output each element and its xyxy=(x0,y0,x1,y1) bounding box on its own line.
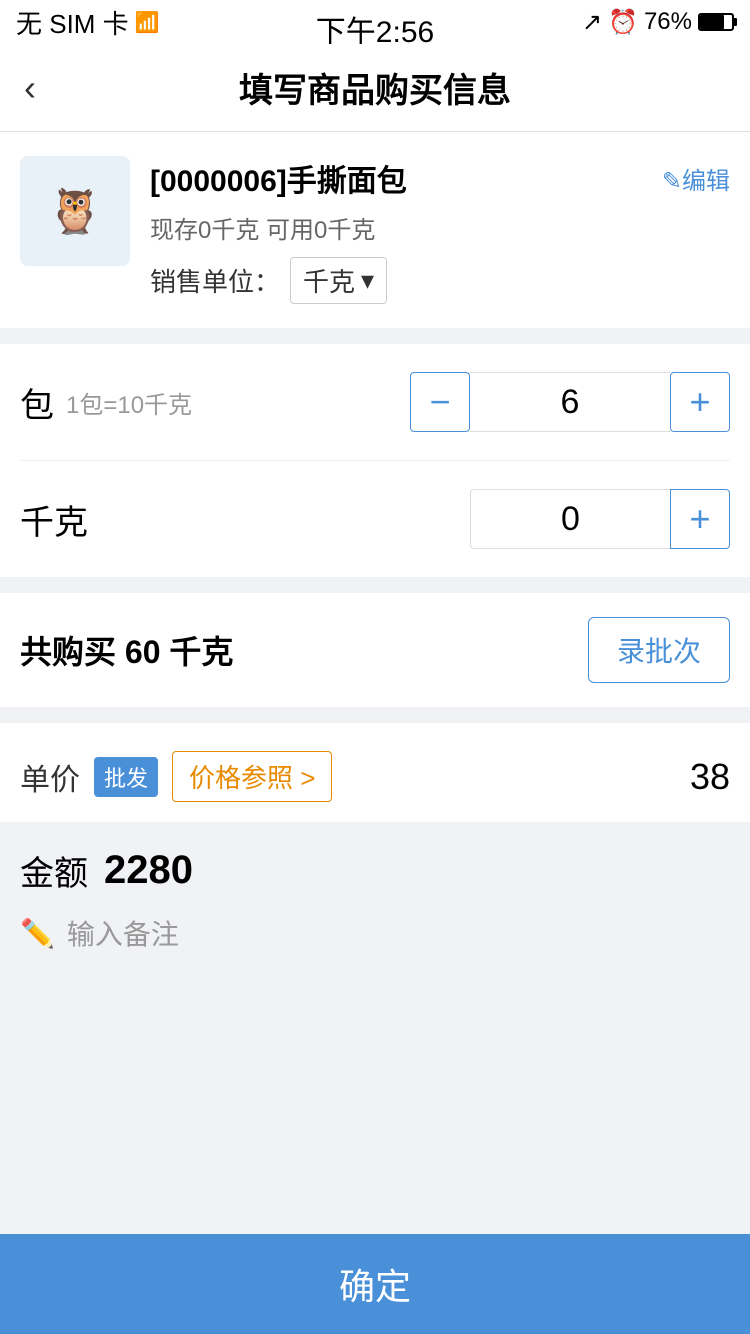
bao-quantity-input[interactable] xyxy=(470,372,670,432)
bao-minus-button[interactable]: − xyxy=(410,372,470,432)
carrier-text: 无 SIM 卡 xyxy=(16,4,129,41)
price-label: 单价 xyxy=(20,755,80,799)
product-name-row: [0000006]手撕面包 ✎编辑 xyxy=(150,156,730,200)
battery-fill xyxy=(700,15,724,29)
summary-unit: 千克 xyxy=(169,634,233,670)
kg-quantity-input[interactable] xyxy=(470,489,670,549)
bottom-filler xyxy=(0,969,750,1169)
battery-bar xyxy=(698,13,734,31)
price-section: 单价 批发 价格参照 > 38 金额 2280 ✏️ 输入备注 xyxy=(0,723,750,969)
amount-value: 2280 xyxy=(104,848,193,893)
summary-text: 共购买 60 千克 xyxy=(20,627,233,673)
bao-unit-label: 包 xyxy=(20,378,54,427)
edit-button[interactable]: ✎编辑 xyxy=(662,161,730,196)
price-ref-button[interactable]: 价格参照 > xyxy=(172,751,332,802)
bao-sublabel: 1包=10千克 xyxy=(66,385,192,420)
wifi-icon: 📶 xyxy=(135,10,160,35)
page-title: 填写商品购买信息 xyxy=(239,63,511,112)
bao-plus-button[interactable]: + xyxy=(670,372,730,432)
alarm-icon: ⏰ xyxy=(608,8,638,37)
product-name: [0000006]手撕面包 xyxy=(150,156,407,200)
status-left: 无 SIM 卡 📶 xyxy=(16,4,160,41)
kg-label: 千克 xyxy=(20,495,88,544)
remark-row[interactable]: ✏️ 输入备注 xyxy=(20,913,730,953)
summary-section: 共购买 60 千克 录批次 xyxy=(0,593,750,707)
nav-bar: ‹ 填写商品购买信息 xyxy=(0,44,750,132)
summary-amount: 60 xyxy=(125,634,169,670)
unit-value: 千克 xyxy=(303,262,355,299)
product-info: [0000006]手撕面包 ✎编辑 现存0千克 可用0千克 销售单位： 千克 ▾ xyxy=(150,156,730,304)
price-left: 单价 批发 价格参照 > xyxy=(20,751,332,802)
location-icon: ↗ xyxy=(582,8,602,37)
bao-quantity-control: − + xyxy=(410,372,730,432)
unit-label: 销售单位： xyxy=(150,262,280,299)
product-unit-row: 销售单位： 千克 ▾ xyxy=(150,257,730,304)
battery-text: 76% xyxy=(644,8,692,36)
status-bar: 无 SIM 卡 📶 下午2:56 ↗ ⏰ 76% xyxy=(0,0,750,44)
amount-row: 金额 2280 xyxy=(20,846,730,895)
confirm-button[interactable]: 确定 xyxy=(0,1234,750,1334)
dropdown-icon: ▾ xyxy=(361,265,374,296)
product-logo-icon: 🦉 xyxy=(48,185,103,237)
record-batch-button[interactable]: 录批次 xyxy=(588,617,730,683)
amount-area: 金额 2280 ✏️ 输入备注 xyxy=(0,822,750,969)
product-card: 🦉 [0000006]手撕面包 ✎编辑 现存0千克 可用0千克 销售单位： 千克… xyxy=(0,132,750,328)
price-value: 38 xyxy=(690,756,730,798)
back-button[interactable]: ‹ xyxy=(24,67,36,109)
amount-label: 金额 xyxy=(20,846,88,895)
summary-prefix: 共购买 xyxy=(20,634,125,670)
edit-remark-icon: ✏️ xyxy=(20,917,55,950)
price-row: 单价 批发 价格参照 > 38 xyxy=(20,751,730,802)
product-image: 🦉 xyxy=(20,156,130,266)
kg-plus-button[interactable]: + xyxy=(670,489,730,549)
price-badge: 批发 xyxy=(94,757,158,797)
bao-row: 包 1包=10千克 − + xyxy=(20,344,730,461)
unit-select[interactable]: 千克 ▾ xyxy=(290,257,387,304)
quantity-form: 包 1包=10千克 − + 千克 + xyxy=(0,344,750,577)
kg-unit-label: 千克 xyxy=(20,495,88,544)
kg-quantity-control: + xyxy=(470,489,730,549)
kg-row: 千克 + xyxy=(20,461,730,577)
status-right: ↗ ⏰ 76% xyxy=(582,8,734,37)
bao-label: 包 1包=10千克 xyxy=(20,378,192,427)
remark-placeholder: 输入备注 xyxy=(67,913,179,953)
product-stock: 现存0千克 可用0千克 xyxy=(150,210,730,245)
